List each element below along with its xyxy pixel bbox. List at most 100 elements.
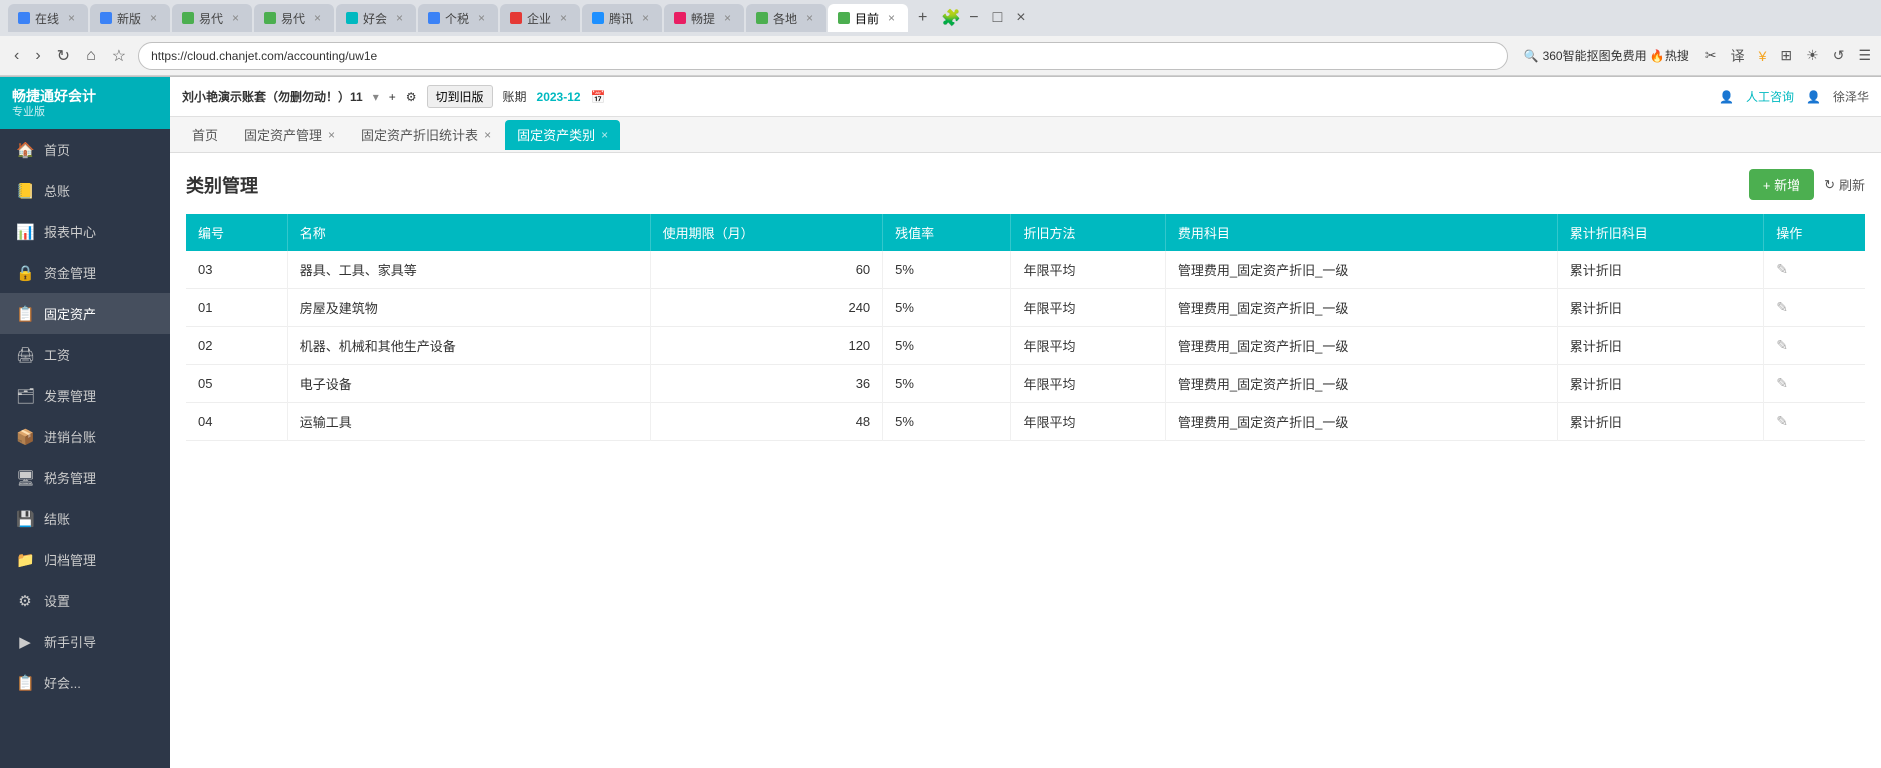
header-actions: + 新增 ↻ 刷新: [1749, 169, 1865, 200]
app-tabs-bar: 首页固定资产管理×固定资产折旧统计表×固定资产类别×: [170, 117, 1881, 153]
sidebar-item-guide[interactable]: ▶新手引导: [0, 621, 170, 662]
app-tab-3[interactable]: 固定资产类别×: [505, 120, 620, 150]
row-method: 年限平均: [1011, 327, 1165, 365]
row-action[interactable]: ✎: [1764, 403, 1865, 441]
add-button[interactable]: + 新增: [1749, 169, 1814, 200]
browser-tab[interactable]: 企业×: [500, 4, 580, 32]
sidebar-item-label: 设置: [44, 591, 70, 610]
row-code: 05: [186, 365, 287, 403]
report-icon: 📊: [16, 223, 34, 241]
user-avatar-icon: 👤: [1806, 90, 1821, 104]
wallet-icon[interactable]: ¥: [1759, 48, 1767, 64]
sidebar-item-more[interactable]: 📋好会...: [0, 662, 170, 703]
sidebar-item-label: 资金管理: [44, 263, 96, 282]
app-tab-1[interactable]: 固定资产管理×: [232, 120, 347, 150]
sidebar-item-fund[interactable]: 🔒资金管理: [0, 252, 170, 293]
chevron-down-icon[interactable]: ▾: [373, 90, 379, 104]
maximize-icon[interactable]: □: [987, 9, 1009, 27]
scissors-icon[interactable]: ✂: [1705, 47, 1717, 64]
sidebar-item-ledger[interactable]: 📒总账: [0, 170, 170, 211]
menu-icon[interactable]: ☰: [1858, 47, 1871, 64]
bookmark-button[interactable]: ☆: [108, 42, 130, 70]
browser-tab[interactable]: 新版×: [90, 4, 170, 32]
version-switch-button[interactable]: 切到旧版: [427, 85, 493, 108]
address-input[interactable]: [138, 42, 1508, 70]
translate-icon[interactable]: 译: [1731, 46, 1745, 66]
sidebar: 畅捷通好会计 专业版 🏠首页📒总账📊报表中心🔒资金管理📋固定资产🖨工资🗂发票管理…: [0, 77, 170, 768]
edit-icon[interactable]: ✎: [1776, 337, 1788, 353]
refresh-button[interactable]: ↻ 刷新: [1824, 175, 1865, 194]
sidebar-item-archive[interactable]: 📁归档管理: [0, 539, 170, 580]
edit-icon[interactable]: ✎: [1776, 375, 1788, 391]
minimize-icon[interactable]: −: [963, 9, 984, 27]
app-tab-close-icon[interactable]: ×: [484, 128, 491, 142]
row-method: 年限平均: [1011, 365, 1165, 403]
sidebar-item-payroll[interactable]: 🖨工资: [0, 334, 170, 375]
row-code: 01: [186, 289, 287, 327]
app-tab-label: 固定资产折旧统计表: [361, 125, 478, 144]
sidebar-item-stock[interactable]: 📦 进销台账: [0, 416, 170, 457]
service-icon: 👤: [1719, 90, 1734, 104]
stock-icon: 📦: [16, 428, 34, 446]
sidebar-item-invoice[interactable]: 🗂发票管理: [0, 375, 170, 416]
app-tab-close-icon[interactable]: ×: [328, 128, 335, 142]
sidebar-item-home[interactable]: 🏠首页: [0, 129, 170, 170]
sidebar-item-report[interactable]: 📊报表中心: [0, 211, 170, 252]
row-action[interactable]: ✎: [1764, 251, 1865, 289]
home-button[interactable]: ⌂: [82, 43, 100, 69]
calendar-icon[interactable]: 📅: [591, 90, 606, 104]
sidebar-item-asset[interactable]: 📋固定资产: [0, 293, 170, 334]
search-text[interactable]: 360智能抠图免费用 🔥热搜: [1543, 47, 1689, 64]
row-action[interactable]: ✎: [1764, 327, 1865, 365]
table-column-header: 名称: [287, 214, 650, 251]
row-period: 120: [650, 327, 883, 365]
browser-tab[interactable]: 好会×: [336, 4, 416, 32]
main-content: 类别管理 + 新增 ↻ 刷新 编号名称使用期限（月）残值率折旧方法费用科目累计折…: [170, 153, 1881, 768]
forward-button[interactable]: ›: [31, 43, 44, 69]
browser-chrome: 在线×新版×易代×易代×好会×个税×企业×腾讯×畅提×各地×目前× + 🧩 − …: [0, 0, 1881, 77]
refresh-icon: ↻: [1824, 177, 1835, 193]
browser-tab[interactable]: 个税×: [418, 4, 498, 32]
search-bar: 🔍 360智能抠图免费用 🔥热搜: [1524, 47, 1689, 64]
sidebar-item-settings[interactable]: ⚙设置: [0, 580, 170, 621]
grid-icon[interactable]: ⊞: [1780, 47, 1792, 64]
edit-icon[interactable]: ✎: [1776, 413, 1788, 429]
add-company-icon[interactable]: +: [389, 90, 396, 104]
app-tab-2[interactable]: 固定资产折旧统计表 ×: [349, 120, 503, 150]
row-action[interactable]: ✎: [1764, 289, 1865, 327]
app-wrapper: 畅捷通好会计 专业版 🏠首页📒总账📊报表中心🔒资金管理📋固定资产🖨工资🗂发票管理…: [0, 77, 1881, 768]
row-residual: 5%: [883, 251, 1011, 289]
sun-icon[interactable]: ☀: [1806, 47, 1819, 64]
close-window-icon[interactable]: ×: [1010, 9, 1031, 27]
new-tab-icon[interactable]: +: [910, 9, 935, 27]
sidebar-item-tax[interactable]: 🖥税务管理: [0, 457, 170, 498]
refresh-button[interactable]: ↻: [53, 42, 74, 70]
browser-tab[interactable]: 各地×: [746, 4, 826, 32]
app-tab-0[interactable]: 首页: [180, 120, 230, 150]
browser-tab[interactable]: 目前×: [828, 4, 908, 32]
history-icon[interactable]: ↺: [1833, 47, 1845, 64]
row-name: 运输工具: [287, 403, 650, 441]
browser-tab[interactable]: 在线×: [8, 4, 88, 32]
topbar-right: 👤 人工咨询 👤 徐泽华: [1719, 88, 1869, 105]
row-action[interactable]: ✎: [1764, 365, 1865, 403]
back-button[interactable]: ‹: [10, 43, 23, 69]
settings-icon[interactable]: ⚙: [406, 90, 417, 104]
browser-tab[interactable]: 畅提×: [664, 4, 744, 32]
table-column-header: 累计折旧科目: [1557, 214, 1764, 251]
search-label: 🔍: [1524, 49, 1539, 63]
browser-tab[interactable]: 易代×: [254, 4, 334, 32]
sidebar-nav: 🏠首页📒总账📊报表中心🔒资金管理📋固定资产🖨工资🗂发票管理 📦 进销台账 🖥税务管理💾…: [0, 129, 170, 703]
edit-icon[interactable]: ✎: [1776, 299, 1788, 315]
content-area: 类别管理 + 新增 ↻ 刷新 编号名称使用期限（月）残值率折旧方法费用科目累计折…: [170, 153, 1881, 768]
service-label[interactable]: 人工咨询: [1746, 88, 1794, 105]
app-tab-close-icon[interactable]: ×: [601, 128, 608, 142]
browser-tab[interactable]: 易代×: [172, 4, 252, 32]
extensions-icon[interactable]: 🧩: [941, 8, 961, 28]
sidebar-item-label: 进销台账: [44, 427, 96, 446]
ledger-icon: 📒: [16, 182, 34, 200]
app-tab-label: 首页: [192, 125, 218, 144]
sidebar-item-settle[interactable]: 💾结账: [0, 498, 170, 539]
edit-icon[interactable]: ✎: [1776, 261, 1788, 277]
browser-tab[interactable]: 腾讯×: [582, 4, 662, 32]
